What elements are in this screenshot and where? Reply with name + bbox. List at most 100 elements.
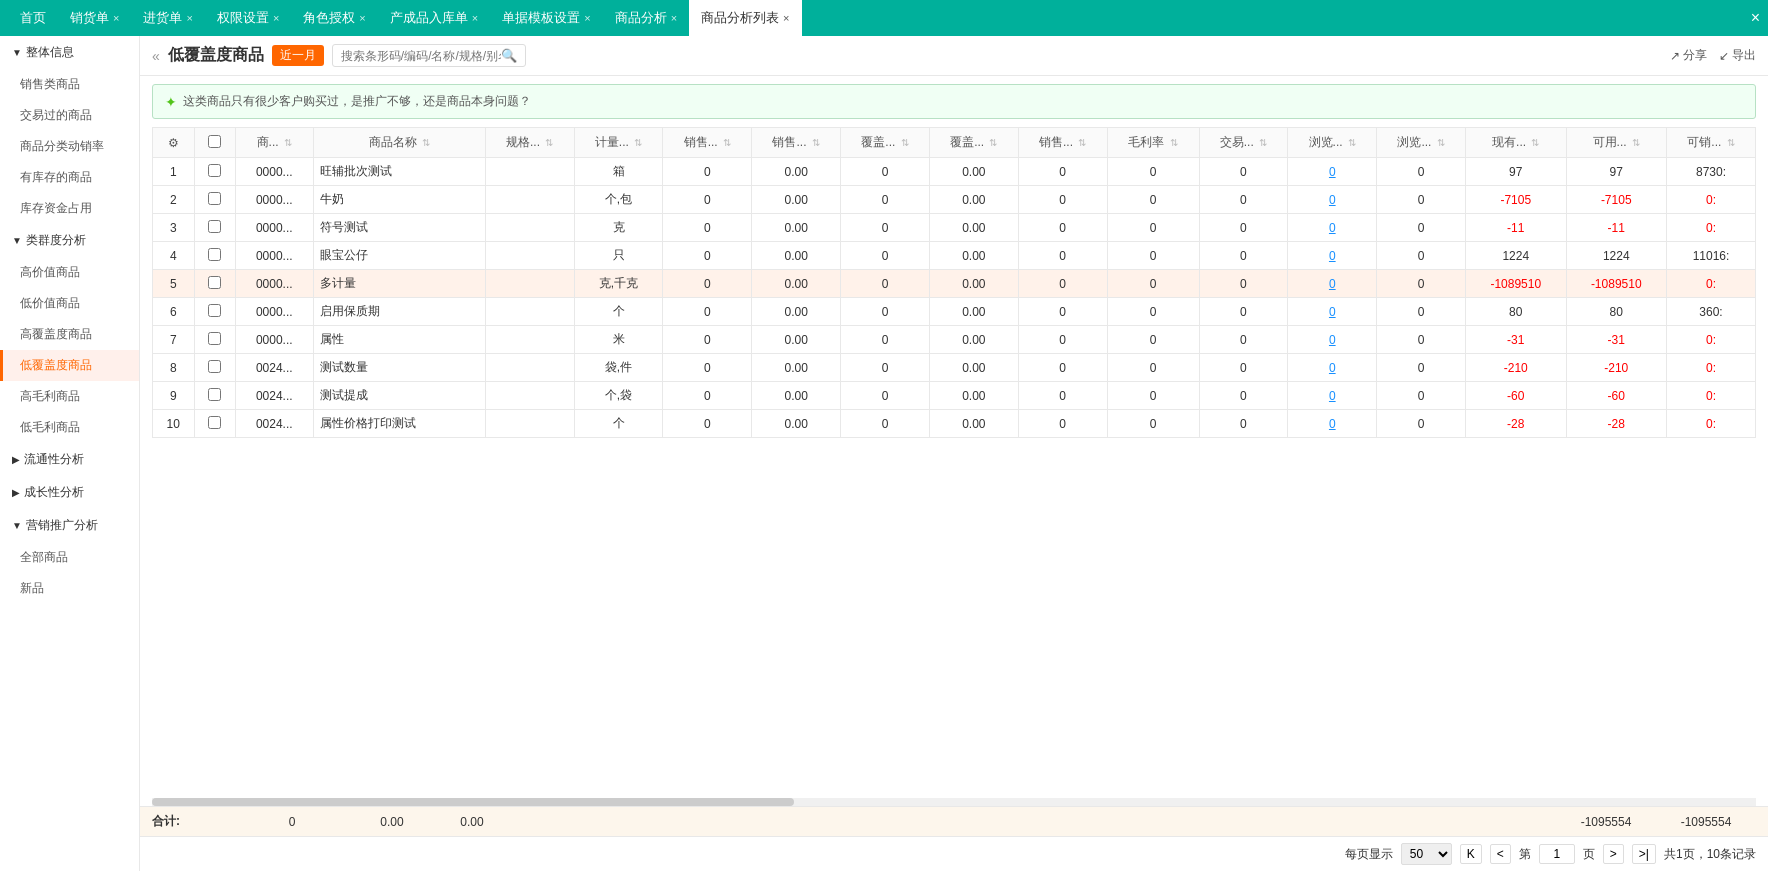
col-settings[interactable]: ⚙ [153,128,195,158]
row-select[interactable] [208,248,221,261]
sidebar-section-overall[interactable]: ▼ 整体信息 [0,36,139,69]
table-wrapper[interactable]: ⚙ 商... ⇅ 商品名称 ⇅ 规格... ⇅ 计量... ⇅ 销售... ⇅ … [152,127,1756,798]
row-checkbox[interactable] [194,298,235,326]
row-browse1[interactable]: 0 [1288,158,1377,186]
nav-role-close[interactable]: × [359,12,365,24]
row-select[interactable] [208,388,221,401]
row-select[interactable] [208,276,221,289]
row-browse2: 0 [1377,410,1466,438]
sidebar-item-low-coverage[interactable]: 低覆盖度商品 [0,350,139,381]
row-browse1[interactable]: 0 [1288,186,1377,214]
sidebar-section-marketing[interactable]: ▼ 营销推广分析 [0,509,139,542]
sidebar-section-cluster[interactable]: ▼ 类群度分析 [0,224,139,257]
sidebar-section-growth[interactable]: ▶ 成长性分析 [0,476,139,509]
collapse-btn[interactable]: « [152,48,160,64]
col-checkbox[interactable] [194,128,235,158]
nav-sales[interactable]: 销货单 × [58,0,131,36]
sidebar-item-traded-goods[interactable]: 交易过的商品 [0,100,139,131]
row-browse1[interactable]: 0 [1288,270,1377,298]
share-btn[interactable]: ↗ 分享 [1670,47,1707,64]
row-browse1[interactable]: 0 [1288,298,1377,326]
sidebar-marketing-title: 营销推广分析 [26,517,98,534]
nav-analysis-list[interactable]: 商品分析列表 × [689,0,801,36]
nav-sales-close[interactable]: × [113,12,119,24]
row-select[interactable] [208,360,221,373]
nav-close-all-btn[interactable]: × [1751,9,1760,27]
last-page-btn[interactable]: >| [1632,844,1656,864]
time-filter-btn[interactable]: 近一月 [272,45,324,66]
sidebar-item-high-value[interactable]: 高价值商品 [0,257,139,288]
row-select[interactable] [208,416,221,429]
row-checkbox[interactable] [194,354,235,382]
row-checkbox[interactable] [194,410,235,438]
row-checkbox[interactable] [194,242,235,270]
row-name: 多计量 [313,270,485,298]
sidebar-item-stock-capital[interactable]: 库存资金占用 [0,193,139,224]
row-select[interactable] [208,332,221,345]
sidebar-item-high-coverage[interactable]: 高覆盖度商品 [0,319,139,350]
nav-product-close[interactable]: × [472,12,478,24]
row-select[interactable] [208,192,221,205]
row-saleable: 0: [1666,326,1755,354]
sidebar-circulation-title: 流通性分析 [24,451,84,468]
row-margin: 0 [1107,382,1199,410]
row-browse1[interactable]: 0 [1288,214,1377,242]
row-browse1[interactable]: 0 [1288,410,1377,438]
nav-product[interactable]: 产成品入库单 × [378,0,490,36]
nav-analysis[interactable]: 商品分析 × [603,0,689,36]
row-browse1[interactable]: 0 [1288,326,1377,354]
export-btn[interactable]: ↙ 导出 [1719,47,1756,64]
nav-template-close[interactable]: × [584,12,590,24]
row-checkbox[interactable] [194,186,235,214]
sidebar-item-in-stock[interactable]: 有库存的商品 [0,162,139,193]
row-browse1[interactable]: 0 [1288,242,1377,270]
nav-role[interactable]: 角色授权 × [291,0,377,36]
search-input[interactable] [341,49,501,63]
col-spec: 规格... ⇅ [485,128,574,158]
row-checkbox[interactable] [194,326,235,354]
row-num: 2 [153,186,195,214]
nav-analysis-list-close[interactable]: × [783,12,789,24]
row-code: 0000... [235,242,313,270]
row-checkbox[interactable] [194,158,235,186]
row-browse2: 0 [1377,354,1466,382]
sidebar-item-low-value[interactable]: 低价值商品 [0,288,139,319]
horizontal-scrollbar[interactable] [152,798,1756,806]
nav-home[interactable]: 首页 [8,0,58,36]
sidebar-item-sales-goods[interactable]: 销售类商品 [0,69,139,100]
sidebar-section-circulation[interactable]: ▶ 流通性分析 [0,443,139,476]
row-sales1: 0 [663,410,752,438]
row-select[interactable] [208,164,221,177]
search-icon[interactable]: 🔍 [501,48,517,63]
nav-permission[interactable]: 权限设置 × [205,0,291,36]
row-checkbox[interactable] [194,270,235,298]
row-checkbox[interactable] [194,214,235,242]
sidebar-item-new-goods[interactable]: 新品 [0,573,139,604]
prev-page-btn[interactable]: < [1490,844,1511,864]
nav-permission-close[interactable]: × [273,12,279,24]
scrollbar-thumb[interactable] [152,798,794,806]
page-input[interactable] [1539,844,1575,864]
next-page-btn[interactable]: > [1603,844,1624,864]
row-unit: 个,袋 [574,382,663,410]
row-margin: 0 [1107,270,1199,298]
row-select[interactable] [208,220,221,233]
per-page-select[interactable]: 50 100 200 [1401,843,1452,865]
nav-purchase[interactable]: 进货单 × [131,0,204,36]
row-cover2: 0.00 [929,242,1018,270]
nav-analysis-close[interactable]: × [671,12,677,24]
nav-purchase-close[interactable]: × [186,12,192,24]
first-page-btn[interactable]: K [1460,844,1482,864]
nav-template[interactable]: 单据模板设置 × [490,0,602,36]
sidebar-item-low-margin[interactable]: 低毛利商品 [0,412,139,443]
row-select[interactable] [208,304,221,317]
sidebar-item-high-margin[interactable]: 高毛利商品 [0,381,139,412]
sidebar-item-category-rate[interactable]: 商品分类动销率 [0,131,139,162]
col-code: 商... ⇅ [235,128,313,158]
row-browse1[interactable]: 0 [1288,382,1377,410]
select-all-checkbox[interactable] [208,135,221,148]
row-checkbox[interactable] [194,382,235,410]
row-browse1[interactable]: 0 [1288,354,1377,382]
row-trade: 0 [1199,158,1288,186]
sidebar-item-all-goods[interactable]: 全部商品 [0,542,139,573]
